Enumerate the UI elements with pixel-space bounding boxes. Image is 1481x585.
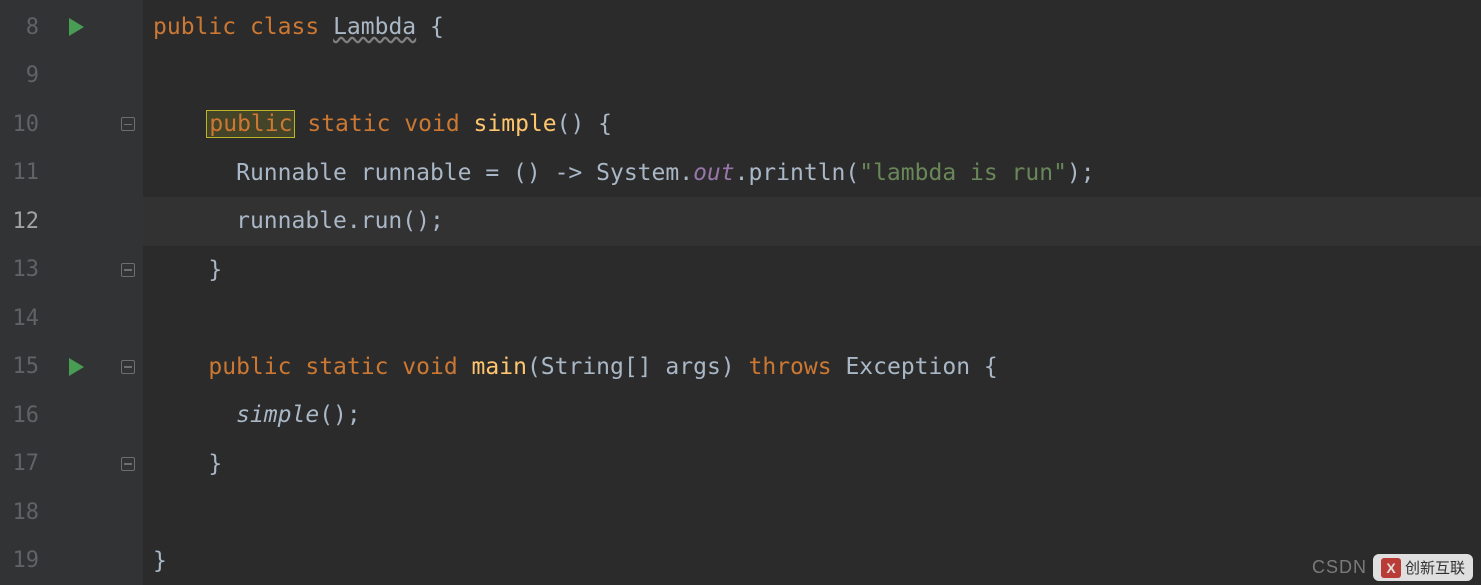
code-line[interactable]: public static void simple() {	[143, 100, 1481, 149]
gutter-row[interactable]: 12	[0, 197, 143, 246]
line-number: 12	[0, 209, 45, 234]
keyword: void	[404, 111, 459, 137]
code-area[interactable]: public class Lambda { public static void…	[143, 0, 1481, 585]
code-text: Exception {	[832, 354, 998, 380]
run-icon[interactable]	[69, 18, 84, 36]
code-editor: 8 9 10 11 12 13 14 15 16 17 18 19 public…	[0, 0, 1481, 585]
fold-close-icon[interactable]	[121, 263, 135, 277]
code-text: );	[1067, 160, 1095, 186]
gutter-row[interactable]: 14	[0, 294, 143, 343]
line-number: 18	[0, 500, 45, 525]
gutter-row[interactable]: 10	[0, 100, 143, 149]
gutter: 8 9 10 11 12 13 14 15 16 17 18 19	[0, 0, 143, 585]
keyword: public	[206, 110, 295, 138]
brace: {	[416, 14, 444, 40]
code-line[interactable]	[143, 488, 1481, 537]
class-name: Lambda	[333, 14, 416, 40]
run-icon[interactable]	[69, 358, 84, 376]
keyword: public	[153, 14, 236, 40]
code-line[interactable]: public class Lambda {	[143, 3, 1481, 52]
watermark-logo: X 创新互联	[1373, 554, 1473, 581]
brace: }	[208, 451, 222, 477]
code-line[interactable]	[143, 52, 1481, 101]
code-line[interactable]	[143, 294, 1481, 343]
fold-close-icon[interactable]	[121, 457, 135, 471]
method-call: simple	[236, 402, 319, 428]
watermark-logo-icon: X	[1381, 558, 1401, 578]
gutter-row[interactable]: 9	[0, 52, 143, 101]
brace: }	[153, 548, 167, 574]
code-text: .println(	[735, 160, 860, 186]
code-line[interactable]: }	[143, 537, 1481, 585]
keyword: static	[307, 111, 390, 137]
line-number: 19	[0, 548, 45, 573]
type-name: Runnable	[236, 160, 347, 186]
gutter-row[interactable]: 19	[0, 537, 143, 585]
line-number: 10	[0, 112, 45, 137]
code-line[interactable]: }	[143, 440, 1481, 489]
line-number: 16	[0, 403, 45, 428]
gutter-row[interactable]: 8	[0, 3, 143, 52]
line-number: 15	[0, 354, 45, 379]
watermark-logo-text: 创新互联	[1405, 557, 1465, 578]
string-literal: "lambda is run"	[859, 160, 1067, 186]
code-line[interactable]: public static void main(String[] args) t…	[143, 343, 1481, 392]
line-number: 14	[0, 306, 45, 331]
keyword: public	[208, 354, 291, 380]
code-text: runnable = () -> System.	[347, 160, 693, 186]
code-text: () {	[557, 111, 612, 137]
code-line[interactable]: simple();	[143, 391, 1481, 440]
watermark: CSDN X 创新互联	[1312, 554, 1473, 581]
method-name: main	[472, 354, 527, 380]
code-line[interactable]: }	[143, 246, 1481, 295]
line-number: 17	[0, 451, 45, 476]
code-text: (String[] args)	[527, 354, 749, 380]
fold-open-icon[interactable]	[121, 117, 135, 131]
keyword: static	[305, 354, 388, 380]
code-text: runnable.run();	[236, 208, 444, 234]
line-number: 8	[0, 15, 45, 40]
line-number: 9	[0, 63, 45, 88]
gutter-row[interactable]: 16	[0, 391, 143, 440]
code-line[interactable]: Runnable runnable = () -> System.out.pri…	[143, 149, 1481, 198]
gutter-row[interactable]: 11	[0, 149, 143, 198]
line-number: 11	[0, 160, 45, 185]
gutter-row[interactable]: 18	[0, 488, 143, 537]
code-line-current[interactable]: runnable.run();	[143, 197, 1481, 246]
watermark-csdn: CSDN	[1312, 557, 1367, 578]
code-text: ();	[319, 402, 361, 428]
keyword: class	[250, 14, 319, 40]
gutter-row[interactable]: 15	[0, 343, 143, 392]
method-name: simple	[474, 111, 557, 137]
line-number: 13	[0, 257, 45, 282]
fold-open-icon[interactable]	[121, 360, 135, 374]
brace: }	[208, 257, 222, 283]
gutter-row[interactable]: 17	[0, 440, 143, 489]
keyword: void	[402, 354, 457, 380]
field-ref: out	[693, 160, 735, 186]
keyword: throws	[749, 354, 832, 380]
gutter-row[interactable]: 13	[0, 246, 143, 295]
